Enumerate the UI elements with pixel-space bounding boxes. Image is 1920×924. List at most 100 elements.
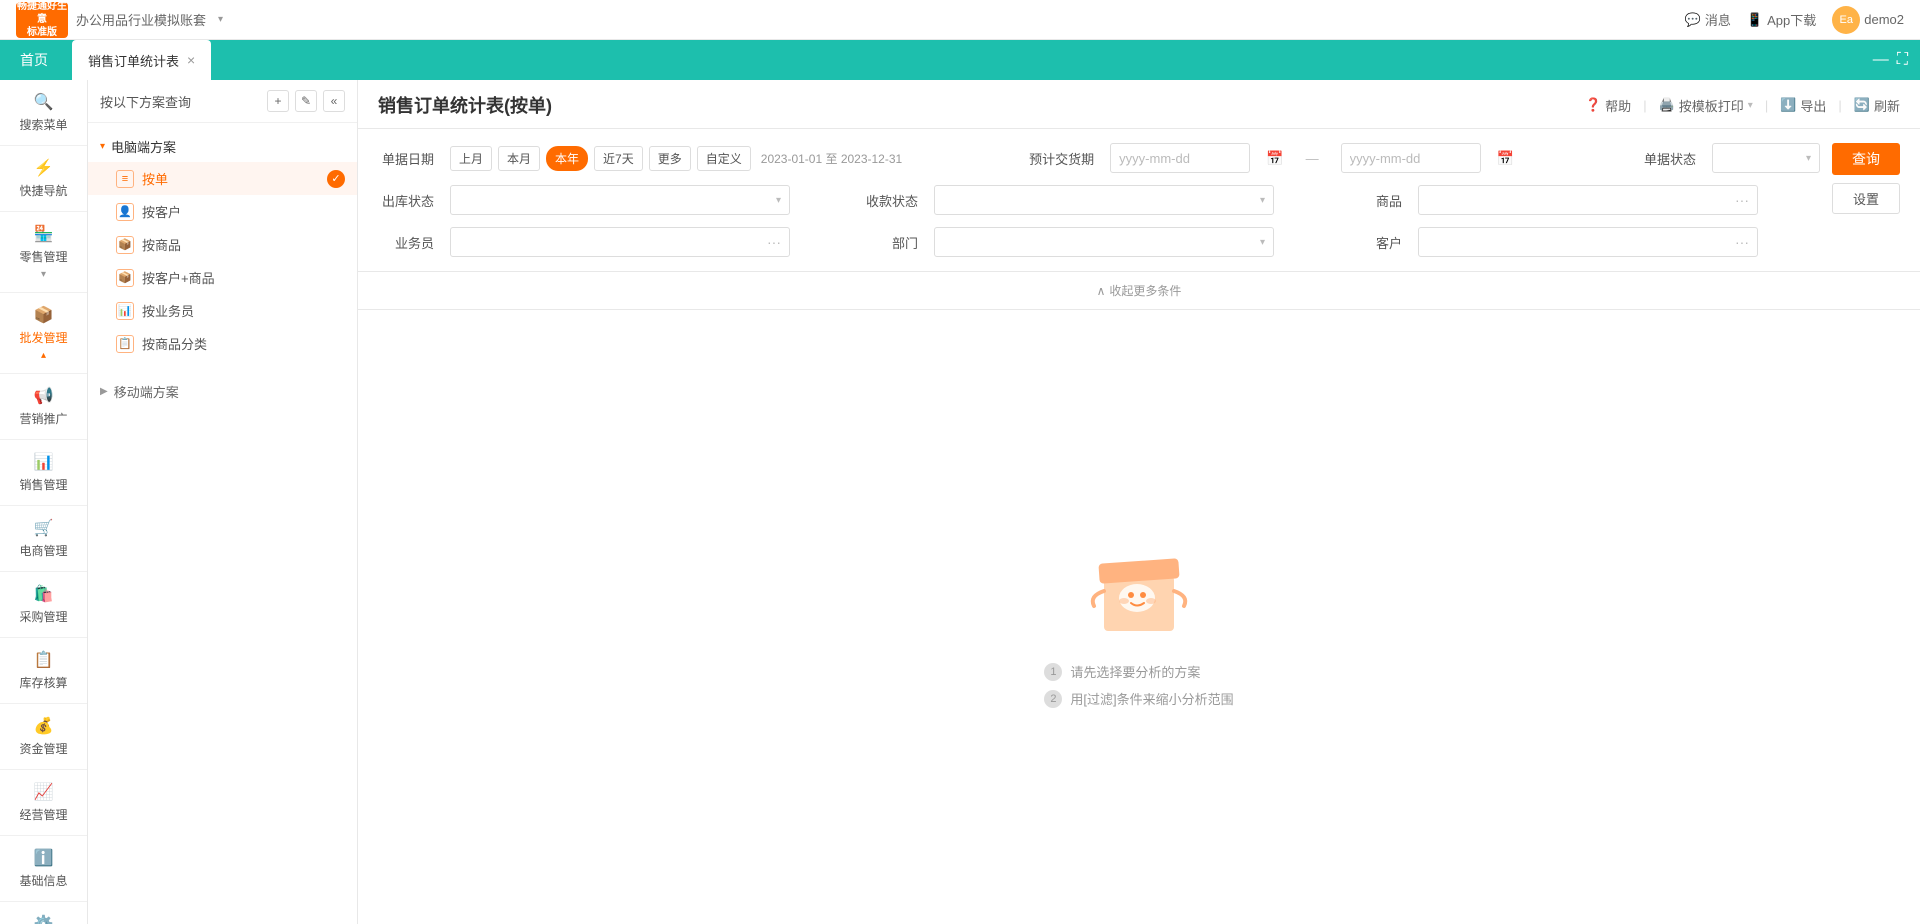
logo-text: 畅捷通好生意标准版 <box>16 0 68 39</box>
filter-row-2: 出库状态 ▾ 收款状态 ▾ 商品 <box>378 185 1820 215</box>
collapse-panel-button[interactable]: « <box>323 90 345 112</box>
export-button[interactable]: ⬇️ 导出 <box>1780 96 1826 115</box>
shortcut-icon: ⚡ <box>34 158 54 178</box>
goods-more-icon[interactable]: ··· <box>1735 192 1749 208</box>
user-name: demo2 <box>1864 12 1904 27</box>
message-button[interactable]: 💬 消息 <box>1685 10 1731 29</box>
tree-expand-icon: ▾ <box>100 141 105 152</box>
collapse-bar[interactable]: ∧ 收起更多条件 <box>358 272 1920 310</box>
expected-delivery-start-input[interactable] <box>1110 143 1250 173</box>
tree-child-by-customer[interactable]: 👤 按客户 <box>88 195 357 228</box>
date-btn-custom[interactable]: 自定义 <box>697 146 751 171</box>
add-icon: + <box>274 94 281 108</box>
mobile-section-label: 移动端方案 <box>114 382 179 401</box>
salesperson-label: 业务员 <box>378 233 434 252</box>
by-category-label: 按商品分类 <box>142 334 207 353</box>
message-icon: 💬 <box>1685 12 1701 28</box>
tree-child-by-goods[interactable]: 📦 按商品 <box>88 228 357 261</box>
customer-input-wrapper[interactable]: ··· <box>1418 227 1758 257</box>
date-btn-7days[interactable]: 近7天 <box>594 146 643 171</box>
tab-active-sales[interactable]: 销售订单统计表 × <box>72 40 211 80</box>
status-select[interactable]: ▾ <box>1712 143 1820 173</box>
topbar-right: 💬 消息 📱 App下载 Ea demo2 <box>1685 6 1904 34</box>
basic-info-icon: ℹ️ <box>34 848 54 868</box>
sidebar-item-system[interactable]: ⚙️ 系统管理 <box>0 902 87 924</box>
tab-close-icon[interactable]: × <box>187 52 195 68</box>
sidebar-ecommerce-label: 电商管理 <box>19 542 67 559</box>
message-label: 消息 <box>1705 10 1731 29</box>
edit-scheme-button[interactable]: ✎ <box>295 90 317 112</box>
salesperson-more-icon[interactable]: ··· <box>767 234 781 250</box>
marketing-icon: 📢 <box>34 386 54 406</box>
sidebar-item-basic-info[interactable]: ℹ️ 基础信息 <box>0 836 87 902</box>
sidebar-item-inventory[interactable]: 📋 库存核算 <box>0 638 87 704</box>
sidebar-item-ecommerce[interactable]: 🛒 电商管理 <box>0 506 87 572</box>
sidebar-item-finance[interactable]: 💰 资金管理 <box>0 704 87 770</box>
export-label: 导出 <box>1800 96 1826 115</box>
date-btn-last-month[interactable]: 上月 <box>450 146 492 171</box>
refresh-button[interactable]: 🔄 刷新 <box>1854 96 1900 115</box>
filter-row-1: 单据日期 上月 本月 本年 近7天 更多 自定义 2023-01-01 至 20… <box>378 143 1820 173</box>
tab-home[interactable]: 首页 <box>0 40 68 80</box>
date-btn-more[interactable]: 更多 <box>649 146 691 171</box>
tree-sub-parent-mobile[interactable]: ▶ 移动端方案 <box>88 376 357 407</box>
sidebar-item-sales[interactable]: 📊 销售管理 <box>0 440 87 506</box>
search-icon: 🔍 <box>34 92 54 112</box>
avatar: Ea <box>1832 6 1860 34</box>
customer-more-icon[interactable]: ··· <box>1735 234 1749 250</box>
company-dropdown-icon[interactable]: ▾ <box>218 14 223 25</box>
help-icon: ❓ <box>1585 97 1601 113</box>
left-panel: 按以下方案查询 + ✎ « ▾ 电脑端方案 <box>88 80 358 924</box>
refresh-label: 刷新 <box>1874 96 1900 115</box>
by-goods-label: 按商品 <box>142 235 181 254</box>
sidebar-item-retail[interactable]: 🏪 零售管理 ▾ <box>0 212 87 293</box>
department-select[interactable]: ▾ <box>934 227 1274 257</box>
minimize-icon[interactable]: — <box>1873 51 1889 69</box>
left-panel-title: 按以下方案查询 <box>100 92 191 111</box>
query-button[interactable]: 查询 <box>1832 143 1900 175</box>
app-icon: 📱 <box>1747 12 1763 28</box>
date-btn-this-month[interactable]: 本月 <box>498 146 540 171</box>
calendar-start-icon[interactable]: 📅 <box>1266 150 1283 167</box>
receipt-status-select[interactable]: ▾ <box>934 185 1274 215</box>
goods-label: 商品 <box>1346 191 1402 210</box>
sidebar-item-operations[interactable]: 📈 经营管理 <box>0 770 87 836</box>
sidebar-marketing-label: 营销推广 <box>19 410 67 427</box>
sidebar-item-search[interactable]: 🔍 搜索菜单 <box>0 80 87 146</box>
sidebar-item-shortcut[interactable]: ⚡ 快捷导航 <box>0 146 87 212</box>
tree-child-by-category[interactable]: 📋 按商品分类 <box>88 327 357 360</box>
help-button[interactable]: ❓ 帮助 <box>1585 96 1631 115</box>
sidebar-search-label: 搜索菜单 <box>19 116 67 133</box>
by-goods-icon: 📦 <box>116 236 134 254</box>
salesperson-input-wrapper[interactable]: ··· <box>450 227 790 257</box>
tree-child-by-salesperson[interactable]: 📊 按业务员 <box>88 294 357 327</box>
goods-input-wrapper[interactable]: ··· <box>1418 185 1758 215</box>
app-download-button[interactable]: 📱 App下载 <box>1747 10 1816 29</box>
hint-num-2: 2 <box>1044 690 1062 708</box>
sidebar: 🔍 搜索菜单 ⚡ 快捷导航 🏪 零售管理 ▾ 📦 批发管理 ▴ 📢 营销推广 📊… <box>0 80 88 924</box>
expected-delivery-end-input[interactable] <box>1341 143 1481 173</box>
print-button[interactable]: 🖨️ 按模板打印 ▾ <box>1659 96 1753 115</box>
user-menu[interactable]: Ea demo2 <box>1832 6 1904 34</box>
tree-parent-pc[interactable]: ▾ 电脑端方案 <box>88 131 357 162</box>
tree-child-by-order[interactable]: ≡ 按单 ✓ <box>88 162 357 195</box>
mobile-expand-icon: ▶ <box>100 386 108 397</box>
settings-button[interactable]: 设置 <box>1832 183 1900 214</box>
calendar-end-icon[interactable]: 📅 <box>1497 150 1514 167</box>
divider2: | <box>1765 98 1768 113</box>
tree-child-by-customer-goods[interactable]: 📦 按客户+商品 <box>88 261 357 294</box>
date-btn-this-year[interactable]: 本年 <box>546 146 588 171</box>
by-salesperson-label: 按业务员 <box>142 301 194 320</box>
customer-label: 客户 <box>1346 233 1402 252</box>
edit-icon: ✎ <box>301 94 311 108</box>
sidebar-item-wholesale[interactable]: 📦 批发管理 ▴ <box>0 293 87 374</box>
divider1: | <box>1643 98 1646 113</box>
by-customer-goods-label: 按客户+商品 <box>142 268 215 287</box>
right-panel: 销售订单统计表(按单) ❓ 帮助 | 🖨️ 按模板打印 ▾ | ⬇️ <box>358 80 1920 924</box>
sidebar-item-marketing[interactable]: 📢 营销推广 <box>0 374 87 440</box>
sidebar-item-purchase[interactable]: 🛍️ 采购管理 <box>0 572 87 638</box>
add-scheme-button[interactable]: + <box>267 90 289 112</box>
maximize-icon[interactable]: ⛶ <box>1897 51 1908 69</box>
sidebar-basic-info-label: 基础信息 <box>19 872 67 889</box>
delivery-status-select[interactable]: ▾ <box>450 185 790 215</box>
